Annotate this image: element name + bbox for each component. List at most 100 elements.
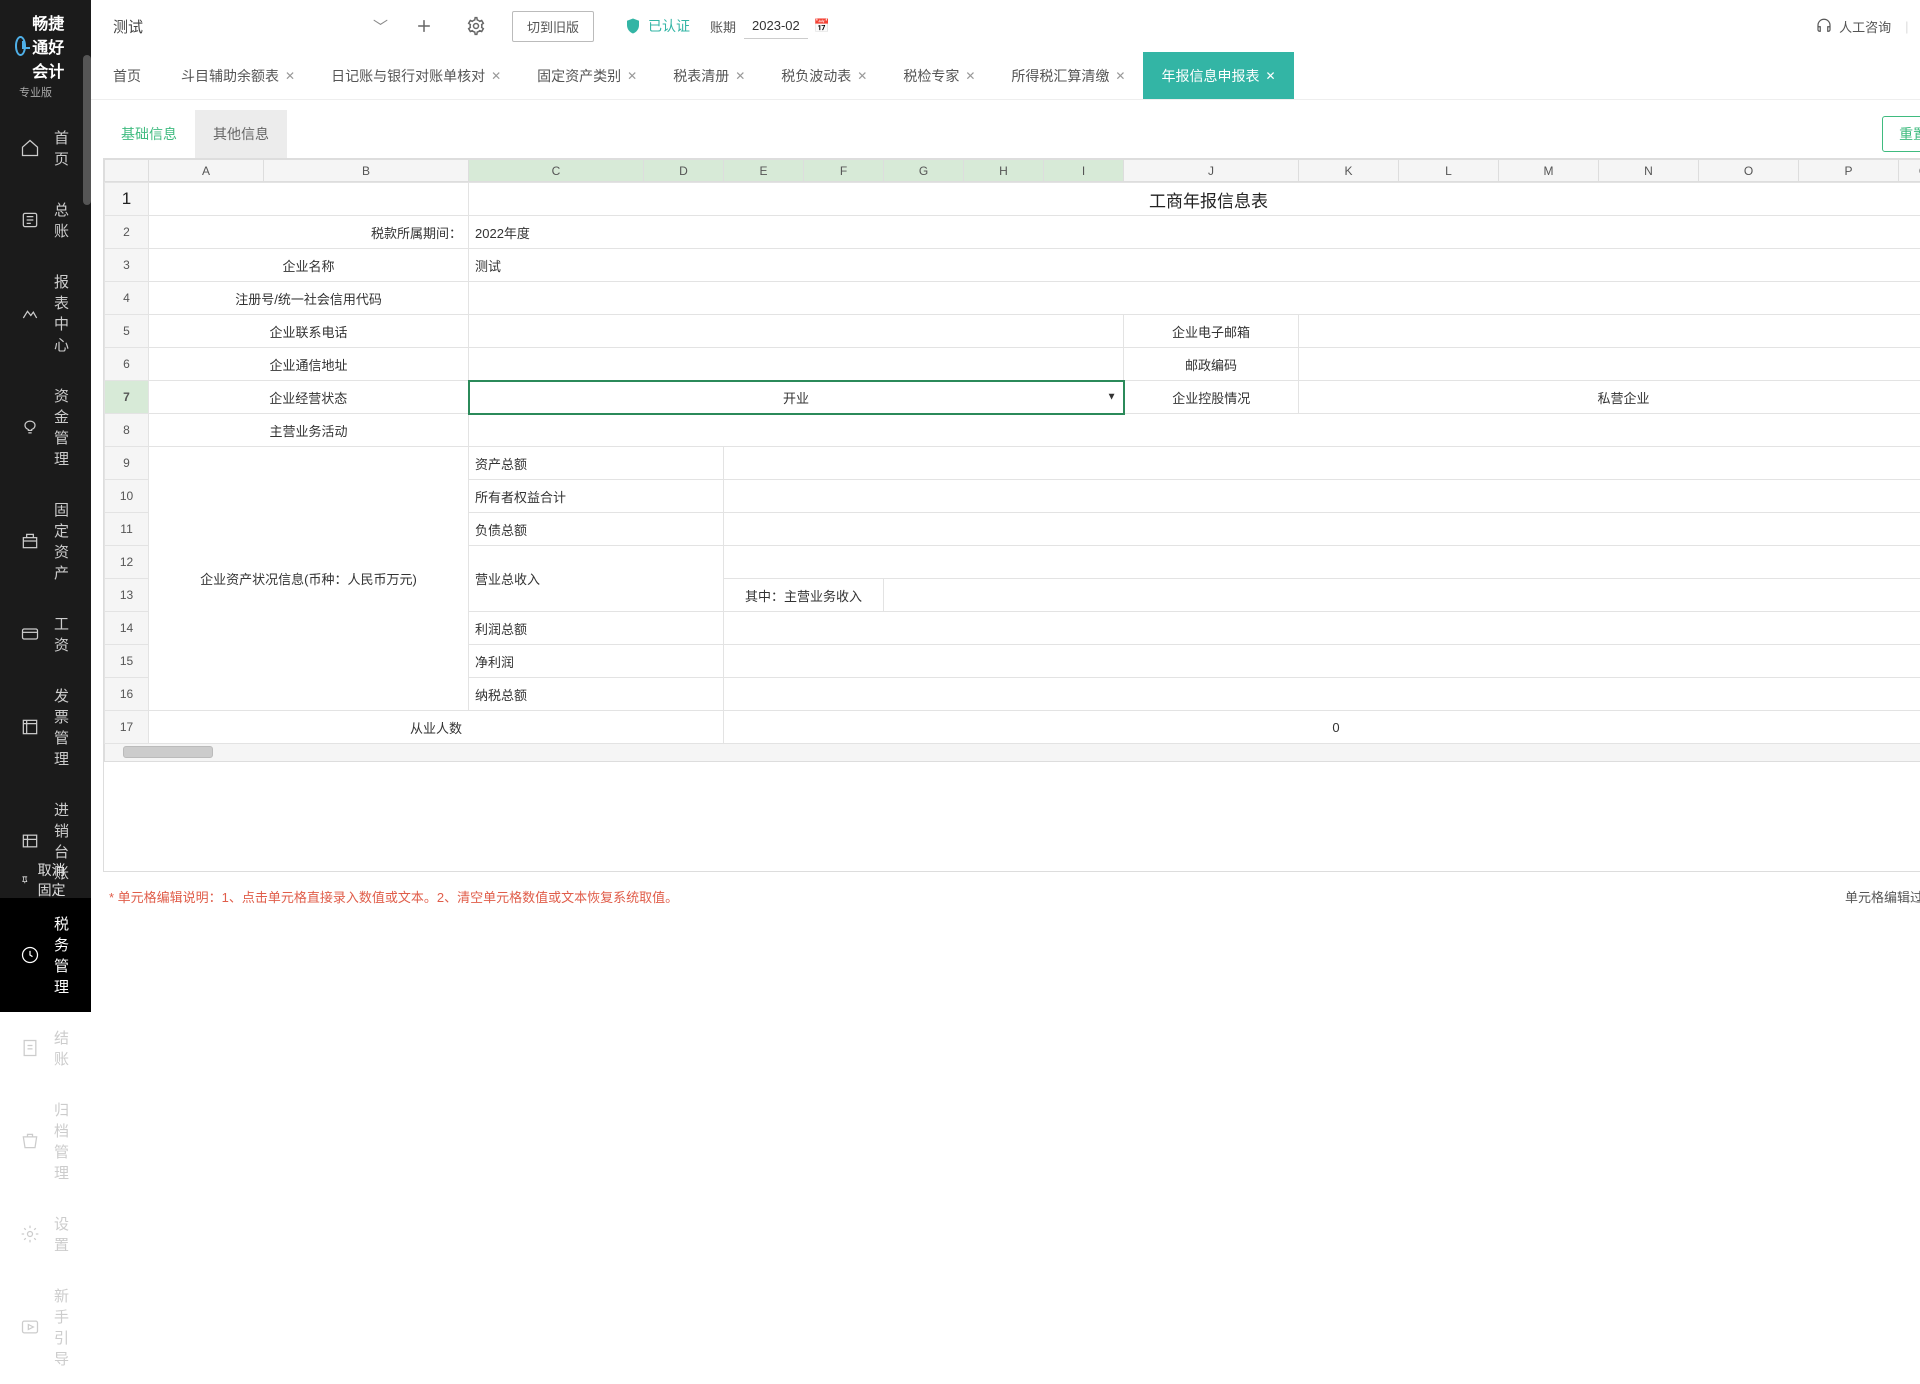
tab-2[interactable]: 日记账与银行对账单核对✕ (313, 52, 519, 99)
col-H[interactable]: H (964, 160, 1044, 182)
col-A[interactable]: A (149, 160, 264, 182)
cell[interactable] (724, 612, 1920, 645)
cell[interactable]: 主营业务活动 (149, 414, 469, 447)
tab-0[interactable]: 首页 (91, 52, 163, 99)
col-N[interactable]: N (1599, 160, 1699, 182)
rownum-6[interactable]: 6 (105, 348, 149, 381)
switch-old-button[interactable]: 切到旧版 (512, 11, 594, 42)
tab-close[interactable]: ✕ (1265, 69, 1275, 83)
cell[interactable]: 其中：主营业务收入 (724, 579, 884, 612)
col-B[interactable]: B (264, 160, 469, 182)
period-value[interactable]: 2023-02 (744, 13, 808, 39)
rownum-17[interactable]: 17 (105, 711, 149, 744)
nav-item-9[interactable]: 结账 (0, 1012, 91, 1084)
add-button[interactable] (412, 14, 436, 38)
col-G[interactable]: G (884, 160, 964, 182)
rownum-4[interactable]: 4 (105, 282, 149, 315)
cell[interactable]: 从业人数 (149, 711, 724, 744)
nav-item-4[interactable]: 固定资产 (0, 484, 91, 598)
cell[interactable]: 纳税总额 (469, 678, 724, 711)
cell[interactable]: 企业电子邮箱 (1124, 315, 1299, 348)
cell[interactable] (724, 678, 1920, 711)
cell[interactable] (469, 414, 1920, 447)
cell[interactable]: 企业控股情况 (1124, 381, 1299, 414)
cell[interactable]: 企业通信地址 (149, 348, 469, 381)
rownum-7[interactable]: 7 (105, 381, 149, 414)
cell[interactable]: 私营企业 (1299, 381, 1920, 414)
business-status-dropdown[interactable]: 开业▼ (469, 381, 1124, 414)
nav-item-3[interactable]: 资金管理 (0, 370, 91, 484)
col-M[interactable]: M (1499, 160, 1599, 182)
col-D[interactable]: D (644, 160, 724, 182)
nav-item-11[interactable]: 设置 (0, 1198, 91, 1270)
rownum-11[interactable]: 11 (105, 513, 149, 546)
cell[interactable]: 企业联系电话 (149, 315, 469, 348)
tab-1[interactable]: 斗目辅助余额表✕ (163, 52, 313, 99)
cell[interactable]: 税款所属期间： (149, 216, 469, 249)
nav-item-8[interactable]: 税务管理 (0, 898, 91, 1012)
col-P[interactable]: P (1799, 160, 1899, 182)
nav-item-0[interactable]: 首页 (0, 112, 91, 184)
rownum-10[interactable]: 10 (105, 480, 149, 513)
tab-close[interactable]: ✕ (1115, 69, 1125, 83)
cell[interactable]: 邮政编码 (1124, 348, 1299, 381)
verified-badge[interactable]: 已认证 (624, 16, 690, 36)
tab-4[interactable]: 税表清册✕ (655, 52, 763, 99)
cell[interactable] (724, 513, 1920, 546)
cell[interactable]: 2022年度 (469, 216, 1920, 249)
tab-3[interactable]: 固定资产类别✕ (519, 52, 655, 99)
rownum-3[interactable]: 3 (105, 249, 149, 282)
sub-tab-1[interactable]: 其他信息 (195, 110, 287, 158)
cell[interactable] (469, 348, 1124, 381)
tab-close[interactable]: ✕ (491, 69, 501, 83)
reset-button[interactable]: 重置报表 (1882, 116, 1920, 152)
col-K[interactable]: K (1299, 160, 1399, 182)
spreadsheet[interactable]: ABCDEFGHIJKLMNOPQ 1工商年报信息表2税款所属期间：2022年度… (103, 158, 1920, 872)
cell[interactable]: 注册号/统一社会信用代码 (149, 282, 469, 315)
cell[interactable] (724, 480, 1920, 513)
unpin-button[interactable]: 取消固定 (0, 846, 91, 914)
col-I[interactable]: I (1044, 160, 1124, 182)
rownum-1[interactable]: 1 (105, 183, 149, 216)
sidebar-scrollbar[interactable] (83, 55, 91, 205)
cell[interactable] (884, 579, 1920, 612)
cell[interactable]: 工商年报信息表 (469, 183, 1920, 216)
cell[interactable]: 利润总额 (469, 612, 724, 645)
rownum-15[interactable]: 15 (105, 645, 149, 678)
settings-icon[interactable] (464, 14, 488, 38)
tab-6[interactable]: 税检专家✕ (885, 52, 993, 99)
nav-item-1[interactable]: 总账 (0, 184, 91, 256)
cell[interactable]: 测试 (469, 249, 1920, 282)
nav-item-12[interactable]: 新手引导 (0, 1270, 91, 1384)
tab-close[interactable]: ✕ (735, 69, 745, 83)
cell[interactable] (724, 645, 1920, 678)
rownum-16[interactable]: 16 (105, 678, 149, 711)
rownum-5[interactable]: 5 (105, 315, 149, 348)
corner-cell[interactable] (105, 160, 149, 182)
tab-7[interactable]: 所得税汇算清缴✕ (993, 52, 1143, 99)
cell[interactable] (469, 315, 1124, 348)
col-L[interactable]: L (1399, 160, 1499, 182)
col-O[interactable]: O (1699, 160, 1799, 182)
nav-item-2[interactable]: 报表中心 (0, 256, 91, 370)
cell[interactable]: 营业总收入 (469, 546, 724, 612)
nav-item-10[interactable]: 归档管理 (0, 1084, 91, 1198)
nav-item-5[interactable]: 工资 (0, 598, 91, 670)
consult-button[interactable]: 人工咨询 (1815, 17, 1891, 36)
cell[interactable]: 负债总额 (469, 513, 724, 546)
col-F[interactable]: F (804, 160, 884, 182)
cell[interactable]: 资产总额 (469, 447, 724, 480)
rownum-2[interactable]: 2 (105, 216, 149, 249)
col-J[interactable]: J (1124, 160, 1299, 182)
tab-close[interactable]: ✕ (965, 69, 975, 83)
calendar-icon[interactable]: 📅 (814, 18, 830, 34)
cell[interactable] (724, 447, 1920, 480)
tab-close[interactable]: ✕ (857, 69, 867, 83)
rownum-8[interactable]: 8 (105, 414, 149, 447)
cell[interactable]: 净利润 (469, 645, 724, 678)
org-selector[interactable]: 测试 ﹀ (103, 10, 398, 43)
cell[interactable] (149, 183, 469, 216)
horizontal-scrollbar[interactable] (104, 744, 1920, 762)
tab-5[interactable]: 税负波动表✕ (763, 52, 885, 99)
sub-tab-0[interactable]: 基础信息 (103, 110, 195, 158)
